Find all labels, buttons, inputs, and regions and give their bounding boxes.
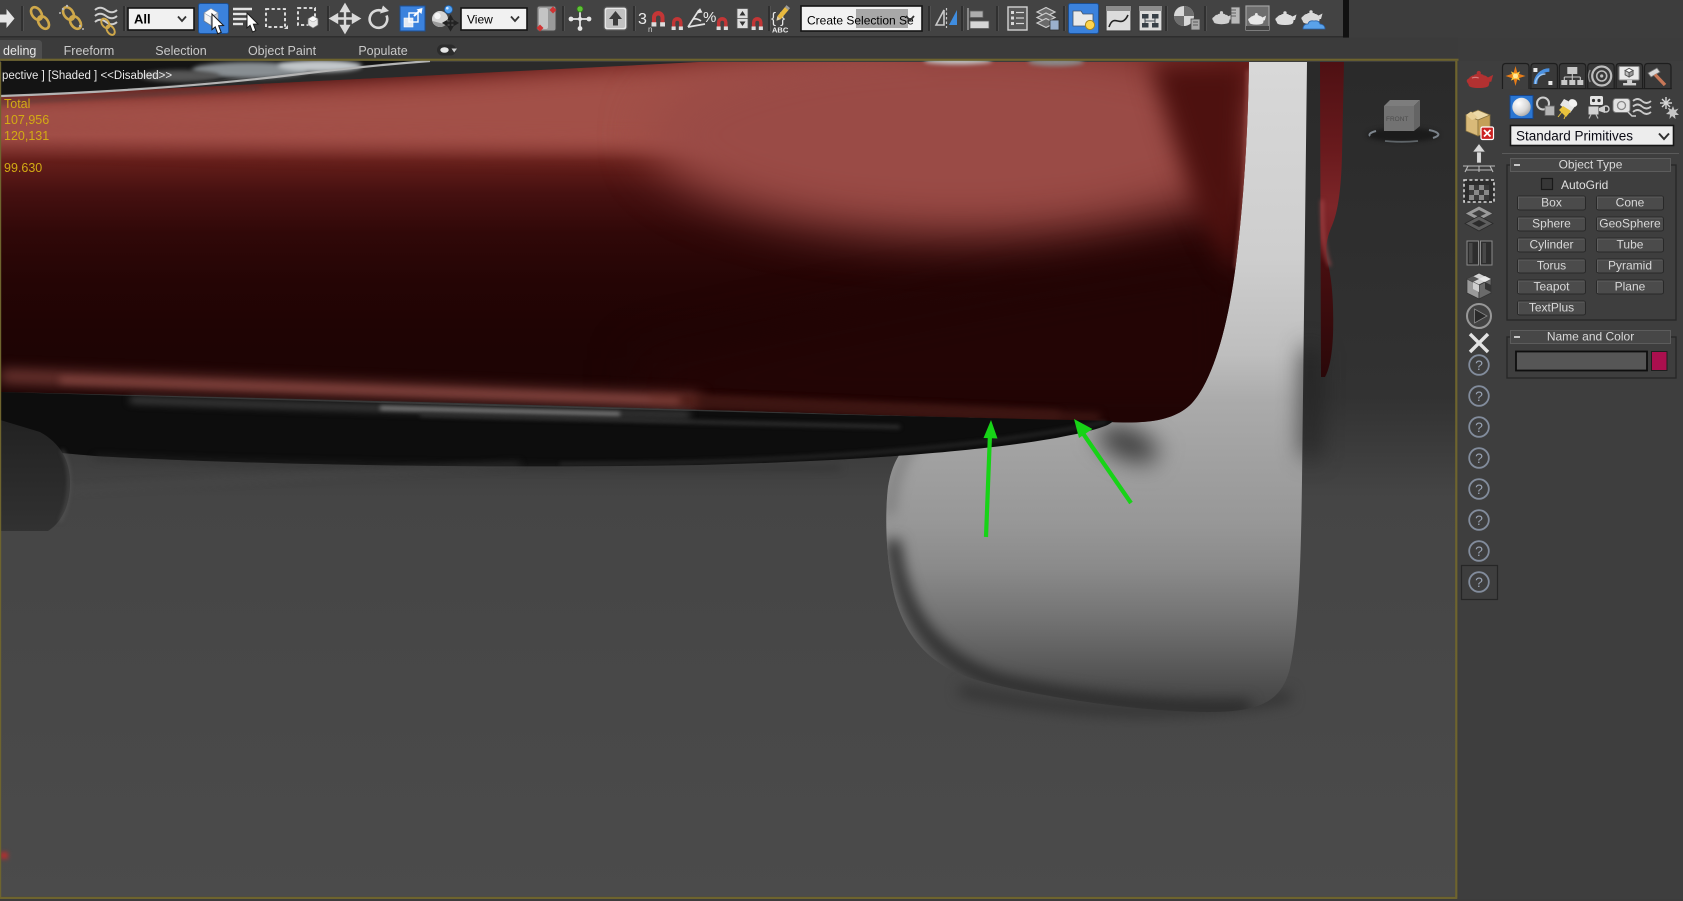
svg-text:120,131: 120,131 [4, 129, 49, 143]
svg-text:TextPlus: TextPlus [1529, 301, 1574, 315]
svg-text:Tube: Tube [1617, 238, 1644, 252]
svg-text:View: View [467, 13, 493, 27]
svg-text:Torus: Torus [1537, 259, 1566, 273]
svg-text:GeoSphere: GeoSphere [1599, 217, 1661, 231]
svg-text:Selection: Selection [155, 44, 206, 58]
svg-text:3: 3 [638, 11, 647, 28]
svg-text:Object Type: Object Type [1559, 158, 1623, 172]
svg-text:?: ? [1475, 574, 1483, 590]
svg-text:Box: Box [1541, 196, 1562, 210]
svg-text:deling: deling [3, 44, 36, 58]
svg-text:?: ? [1475, 419, 1483, 435]
svg-text:Object Paint: Object Paint [248, 44, 317, 58]
svg-text:Plane: Plane [1615, 280, 1646, 294]
svg-text:Cone: Cone [1616, 196, 1645, 210]
svg-text:ABC: ABC [772, 26, 789, 35]
svg-text:Teapot: Teapot [1533, 280, 1570, 294]
svg-text:?: ? [1475, 543, 1483, 559]
svg-text:Standard Primitives: Standard Primitives [1516, 129, 1633, 144]
svg-text:Populate: Populate [358, 44, 407, 58]
svg-text:?: ? [1475, 512, 1483, 528]
svg-text:?: ? [1475, 450, 1483, 466]
svg-text:Total: Total [4, 97, 30, 111]
svg-text:107,956: 107,956 [4, 113, 49, 127]
svg-text:Name and Color: Name and Color [1547, 330, 1634, 344]
svg-text:FRONT: FRONT [1386, 116, 1408, 123]
svg-text:99.630: 99.630 [4, 161, 42, 175]
svg-text:n: n [648, 25, 652, 34]
svg-text:?: ? [1475, 388, 1483, 404]
svg-text:Freeform: Freeform [64, 44, 115, 58]
svg-text:AutoGrid: AutoGrid [1561, 178, 1608, 192]
svg-text:Create Selection Se: Create Selection Se [807, 14, 914, 28]
svg-text:Sphere: Sphere [1532, 217, 1571, 231]
svg-text:pective ] [Shaded ] <<Disable: pective ] [Shaded ] <<Disabled>> [2, 70, 172, 82]
svg-text:Cylinder: Cylinder [1529, 238, 1573, 252]
svg-text:%: % [703, 9, 716, 26]
svg-text:Pyramid: Pyramid [1608, 259, 1652, 273]
svg-text:?: ? [1475, 481, 1483, 497]
svg-text:?: ? [1475, 357, 1483, 373]
svg-text:All: All [134, 12, 151, 27]
